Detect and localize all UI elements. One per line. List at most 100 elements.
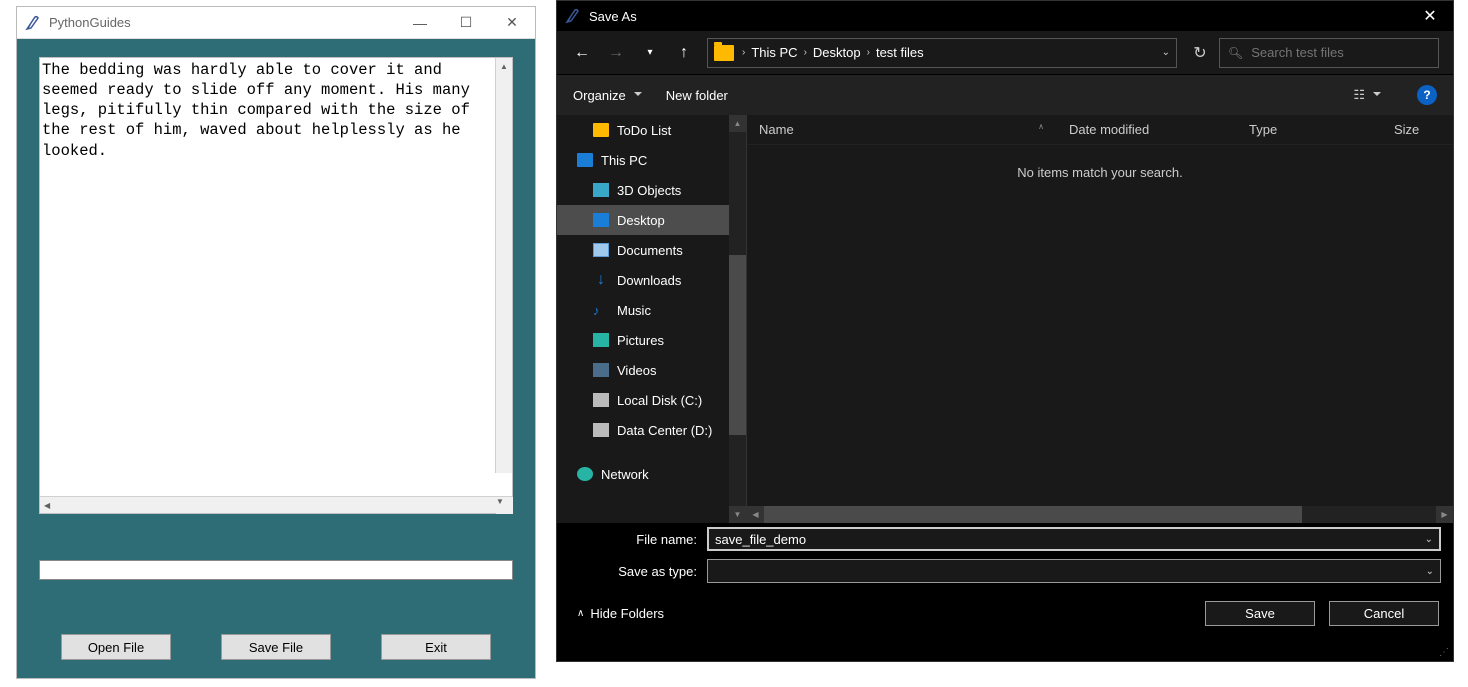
horizontal-scrollbar[interactable]: ◀▶▼	[40, 496, 512, 513]
scroll-right-icon[interactable]: ▶	[1436, 506, 1453, 523]
column-headers[interactable]: Name∧ Date modified Type Size	[747, 115, 1453, 145]
tree-item-label: Local Disk (C:)	[617, 393, 702, 408]
close-icon[interactable]: ✕	[1407, 1, 1453, 31]
chevron-right-icon[interactable]: ›	[865, 47, 872, 58]
vertical-scrollbar[interactable]: ▲	[495, 58, 512, 473]
tree-item-downloads[interactable]: Downloads	[557, 265, 746, 295]
maximize-button[interactable]: ☐	[443, 7, 489, 39]
filename-entry[interactable]	[39, 560, 513, 580]
cancel-button[interactable]: Cancel	[1329, 601, 1439, 626]
search-icon: 🔍︎	[1228, 46, 1243, 60]
window-title: PythonGuides	[49, 15, 397, 30]
net-icon	[577, 467, 593, 481]
tkinter-window: PythonGuides — ☐ ✕ The bedding was hardl…	[16, 6, 536, 679]
folder-tree[interactable]: ▲ ToDo List This PC 3D Objects Desktop Docum…	[557, 115, 747, 523]
tree-item-3d-objects[interactable]: 3D Objects	[557, 175, 746, 205]
organize-menu[interactable]: Organize	[573, 88, 642, 103]
doc-icon	[593, 243, 609, 257]
hide-folders-button[interactable]: ∧Hide Folders	[577, 606, 664, 621]
vid-icon	[593, 363, 609, 377]
save-file-button[interactable]: Save File	[221, 634, 331, 660]
cube-icon	[593, 183, 609, 197]
dialog-title: Save As	[589, 9, 1407, 24]
tree-item-todo-list[interactable]: ToDo List	[557, 115, 746, 145]
disk-icon	[593, 423, 609, 437]
nav-up-button[interactable]: ↑	[669, 38, 699, 68]
tree-item-data-center-d-[interactable]: Data Center (D:)	[557, 415, 746, 445]
text-widget[interactable]: The bedding was hardly able to cover it …	[39, 57, 513, 514]
address-bar[interactable]: › This PC › Desktop › test files ⌄	[707, 38, 1177, 68]
tree-item-label: 3D Objects	[617, 183, 681, 198]
hscroll-thumb[interactable]	[764, 506, 1302, 523]
tree-item-network[interactable]: Network	[557, 459, 746, 489]
open-file-button[interactable]: Open File	[61, 634, 171, 660]
minimize-button[interactable]: —	[397, 7, 443, 39]
view-options-button[interactable]: ☷	[1353, 87, 1381, 103]
scroll-up-icon[interactable]: ▲	[729, 115, 746, 132]
column-name[interactable]: Name∧	[747, 122, 1057, 137]
nav-forward-button[interactable]: →	[601, 38, 631, 68]
main-area: ▲ ToDo List This PC 3D Objects Desktop Docum…	[557, 115, 1453, 523]
tree-scroll-thumb[interactable]	[729, 255, 746, 435]
nav-back-button[interactable]: ←	[567, 38, 597, 68]
save-type-field[interactable]: ⌄	[707, 559, 1441, 583]
tree-item-music[interactable]: ♪Music	[557, 295, 746, 325]
new-folder-button[interactable]: New folder	[666, 88, 728, 103]
text-content[interactable]: The bedding was hardly able to cover it …	[40, 58, 512, 473]
feather-icon	[25, 15, 41, 31]
file-name-field[interactable]: ⌄	[707, 527, 1441, 551]
search-input[interactable]	[1251, 45, 1430, 60]
recent-locations-button[interactable]: ▾	[635, 38, 665, 68]
column-size[interactable]: Size	[1382, 122, 1453, 137]
chevron-down-icon[interactable]: ⌄	[1426, 566, 1434, 577]
exit-button[interactable]: Exit	[381, 634, 491, 660]
save-type-label: Save as type:	[557, 564, 707, 579]
breadcrumb-segment[interactable]: Desktop	[809, 45, 865, 60]
save-button[interactable]: Save	[1205, 601, 1315, 626]
sort-ascending-icon: ∧	[1038, 122, 1044, 137]
file-name-input[interactable]	[715, 532, 1425, 547]
refresh-button[interactable]: ↻	[1185, 38, 1215, 68]
save-type-row: Save as type: ⌄	[557, 555, 1453, 587]
chevron-down-icon[interactable]: ⌄	[1425, 534, 1433, 545]
tree-item-label: Documents	[617, 243, 683, 258]
tree-item-local-disk-c-[interactable]: Local Disk (C:)	[557, 385, 746, 415]
toolbar: Organize New folder ☷ ?	[557, 75, 1453, 115]
chevron-right-icon[interactable]: ›	[802, 47, 809, 58]
breadcrumb-segment[interactable]: test files	[872, 45, 928, 60]
horizontal-scrollbar[interactable]: ◀ ▶	[747, 506, 1453, 523]
disk-icon	[593, 393, 609, 407]
scroll-left-icon[interactable]: ◀	[747, 506, 764, 523]
scroll-down-icon[interactable]: ▼	[729, 506, 746, 523]
save-as-dialog: Save As ✕ ← → ▾ ↑ › This PC › Desktop › …	[556, 0, 1454, 662]
tree-item-pictures[interactable]: Pictures	[557, 325, 746, 355]
tree-item-desktop[interactable]: Desktop	[557, 205, 746, 235]
feather-icon	[565, 8, 581, 24]
tree-item-label: Music	[617, 303, 651, 318]
window-body: The bedding was hardly able to cover it …	[17, 39, 535, 678]
empty-message: No items match your search.	[747, 145, 1453, 506]
chevron-right-icon[interactable]: ›	[740, 47, 747, 58]
tree-item-documents[interactable]: Documents	[557, 235, 746, 265]
chevron-down-icon[interactable]: ⌄	[1162, 47, 1176, 58]
tree-item-this-pc[interactable]: This PC	[557, 145, 746, 175]
dl-icon	[593, 273, 609, 287]
pic-icon	[593, 333, 609, 347]
close-button[interactable]: ✕	[489, 7, 535, 39]
breadcrumb-segment[interactable]: This PC	[747, 45, 801, 60]
scroll-corner[interactable]: ▼	[496, 497, 513, 514]
tree-item-label: Pictures	[617, 333, 664, 348]
column-date[interactable]: Date modified	[1057, 122, 1237, 137]
tree-item-label: Data Center (D:)	[617, 423, 712, 438]
help-button[interactable]: ?	[1417, 85, 1437, 105]
column-type[interactable]: Type	[1237, 122, 1382, 137]
tree-item-label: Videos	[617, 363, 657, 378]
resize-grip[interactable]: ⋰	[1439, 647, 1451, 659]
pc-icon	[577, 153, 593, 167]
desk-icon	[593, 213, 609, 227]
folder-icon	[714, 45, 734, 61]
titlebar: PythonGuides — ☐ ✕	[17, 7, 535, 39]
tree-item-label: This PC	[601, 153, 647, 168]
search-box[interactable]: 🔍︎	[1219, 38, 1439, 68]
tree-item-videos[interactable]: Videos	[557, 355, 746, 385]
